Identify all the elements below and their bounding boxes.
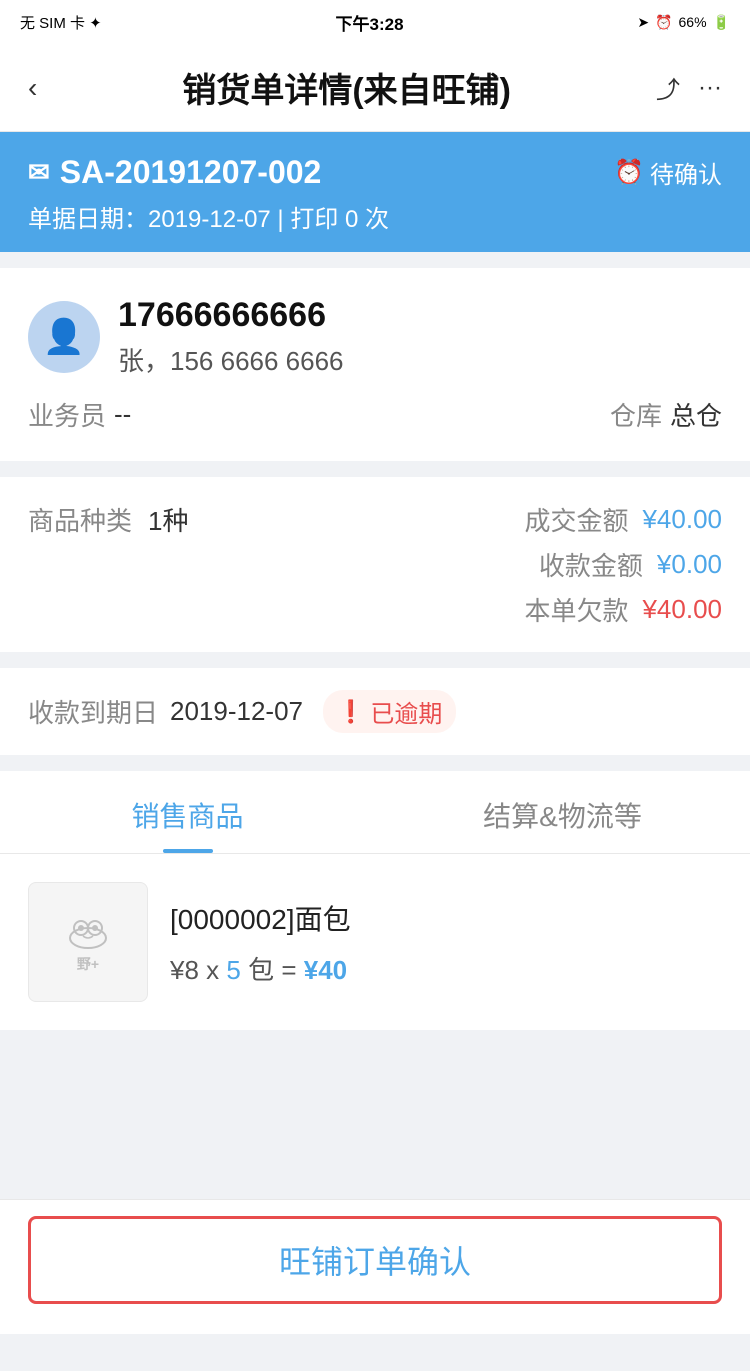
battery-text: 66% [679, 14, 707, 30]
overdue-icon: ❗ [337, 699, 364, 725]
customer-card: 👤 17666666666 张，156 6666 6666 业务员 -- 仓库 … [0, 268, 750, 461]
product-type-section: 商品种类 1种 [28, 501, 188, 538]
order-status: ⏰ 待确认 [614, 155, 722, 190]
product-unit: 包 [248, 955, 274, 985]
summary-card: 商品种类 1种 成交金额 ¥40.00 收款金额 ¥0.00 本单欠款 ¥40.… [0, 477, 750, 652]
tab-sales-products-label: 销售商品 [131, 801, 243, 832]
brand-plus-label: 野+ [77, 954, 99, 974]
back-button[interactable]: ‹ [28, 74, 37, 102]
status-right: ➤ ⏰ 66% 🔋 [637, 14, 730, 31]
sim-wifi-text: 无 SIM 卡 ✦ [20, 12, 102, 33]
product-multiply: x [206, 955, 226, 985]
salesperson-item: 业务员 -- [28, 396, 131, 433]
customer-meta: 业务员 -- 仓库 总仓 [28, 396, 722, 433]
tabs: 销售商品 结算&物流等 [0, 771, 750, 853]
due-amount-label: 本单欠款 [524, 591, 628, 628]
order-icon: ✉ [28, 157, 50, 188]
warehouse-value: 总仓 [670, 396, 722, 433]
customer-name: 张，156 6666 6666 [118, 341, 344, 378]
due-date-value: 2019-12-07 [170, 696, 303, 727]
status-bar: 无 SIM 卡 ✦ 下午3:28 ➤ ⏰ 66% 🔋 [0, 0, 750, 44]
tab-settlement-label: 结算&物流等 [483, 801, 642, 832]
product-image-inner: 野+ [63, 910, 113, 974]
salesperson-value: -- [114, 399, 131, 430]
amount-section: 成交金额 ¥40.00 收款金额 ¥0.00 本单欠款 ¥40.00 [188, 501, 722, 628]
customer-phone: 17666666666 [118, 296, 344, 335]
status-text: 待确认 [650, 155, 722, 190]
alarm-icon: ⏰ [655, 14, 672, 31]
avatar-icon: 👤 [43, 317, 85, 357]
payment-label: 收款金额 [539, 546, 643, 583]
overdue-badge: ❗ 已逾期 [323, 690, 456, 733]
payment-value: ¥0.00 [657, 549, 722, 580]
product-info: [0000002]面包 ¥8 x 5 包 = ¥40 [170, 898, 722, 987]
product-type-label: 商品种类 [28, 501, 132, 538]
customer-avatar: 👤 [28, 301, 100, 373]
overdue-text: 已逾期 [370, 694, 442, 729]
share-icon[interactable]: ⤴ [656, 70, 680, 105]
product-name: [0000002]面包 [170, 898, 722, 938]
payment-amount-row: 收款金额 ¥0.00 [539, 546, 722, 583]
due-date-card: 收款到期日 2019-12-07 ❗ 已逾期 [0, 668, 750, 755]
due-amount-value: ¥40.00 [642, 594, 722, 625]
bottom-bar: 旺铺订单确认 [0, 1199, 750, 1334]
more-icon[interactable]: ··· [698, 74, 722, 102]
product-item: 野+ [0000002]面包 ¥8 x 5 包 = ¥40 [0, 854, 750, 1031]
product-list: 野+ [0000002]面包 ¥8 x 5 包 = ¥40 [0, 854, 750, 1031]
location-icon: ➤ [637, 14, 649, 31]
due-date-label: 收款到期日 [28, 693, 158, 730]
product-unit-price: ¥8 [170, 955, 199, 985]
order-id: ✉ SA-20191207-002 [28, 154, 321, 191]
nav-bar: ‹ 销货单详情(来自旺铺) ⤴ ··· [0, 44, 750, 132]
confirm-order-button[interactable]: 旺铺订单确认 [28, 1216, 722, 1304]
product-total: ¥40 [304, 955, 347, 985]
order-header-top: ✉ SA-20191207-002 ⏰ 待确认 [28, 154, 722, 191]
tab-settlement-logistics[interactable]: 结算&物流等 [375, 771, 750, 853]
customer-details: 17666666666 张，156 6666 6666 [118, 296, 344, 378]
product-price-line: ¥8 x 5 包 = ¥40 [170, 950, 722, 987]
warehouse-item: 仓库 总仓 [610, 396, 722, 433]
status-clock-icon: ⏰ [614, 158, 644, 187]
product-type-value: 1种 [148, 501, 188, 538]
order-date: 单据日期：2019-12-07 | 打印 0 次 [28, 199, 722, 234]
order-header: ✉ SA-20191207-002 ⏰ 待确认 单据日期：2019-12-07 … [0, 132, 750, 252]
tab-sales-products[interactable]: 销售商品 [0, 771, 375, 853]
product-qty: 5 [226, 955, 240, 985]
status-left: 无 SIM 卡 ✦ [20, 12, 102, 33]
owl-logo-icon [63, 910, 113, 950]
status-time: 下午3:28 [336, 10, 404, 35]
nav-actions: ⤴ ··· [656, 70, 722, 105]
deal-amount-row: 成交金额 ¥40.00 [524, 501, 722, 538]
order-id-text: SA-20191207-002 [60, 154, 322, 191]
warehouse-label: 仓库 [610, 396, 662, 433]
page-title: 销货单详情(来自旺铺) [182, 63, 511, 112]
due-amount-row: 本单欠款 ¥40.00 [524, 591, 722, 628]
product-equals: = [281, 955, 303, 985]
salesperson-label: 业务员 [28, 396, 106, 433]
deal-amount-label: 成交金额 [524, 501, 628, 538]
battery-icon: 🔋 [713, 14, 730, 31]
deal-amount-value: ¥40.00 [642, 504, 722, 535]
tabs-container: 销售商品 结算&物流等 [0, 771, 750, 854]
product-image: 野+ [28, 882, 148, 1002]
customer-top: 👤 17666666666 张，156 6666 6666 [28, 296, 722, 378]
